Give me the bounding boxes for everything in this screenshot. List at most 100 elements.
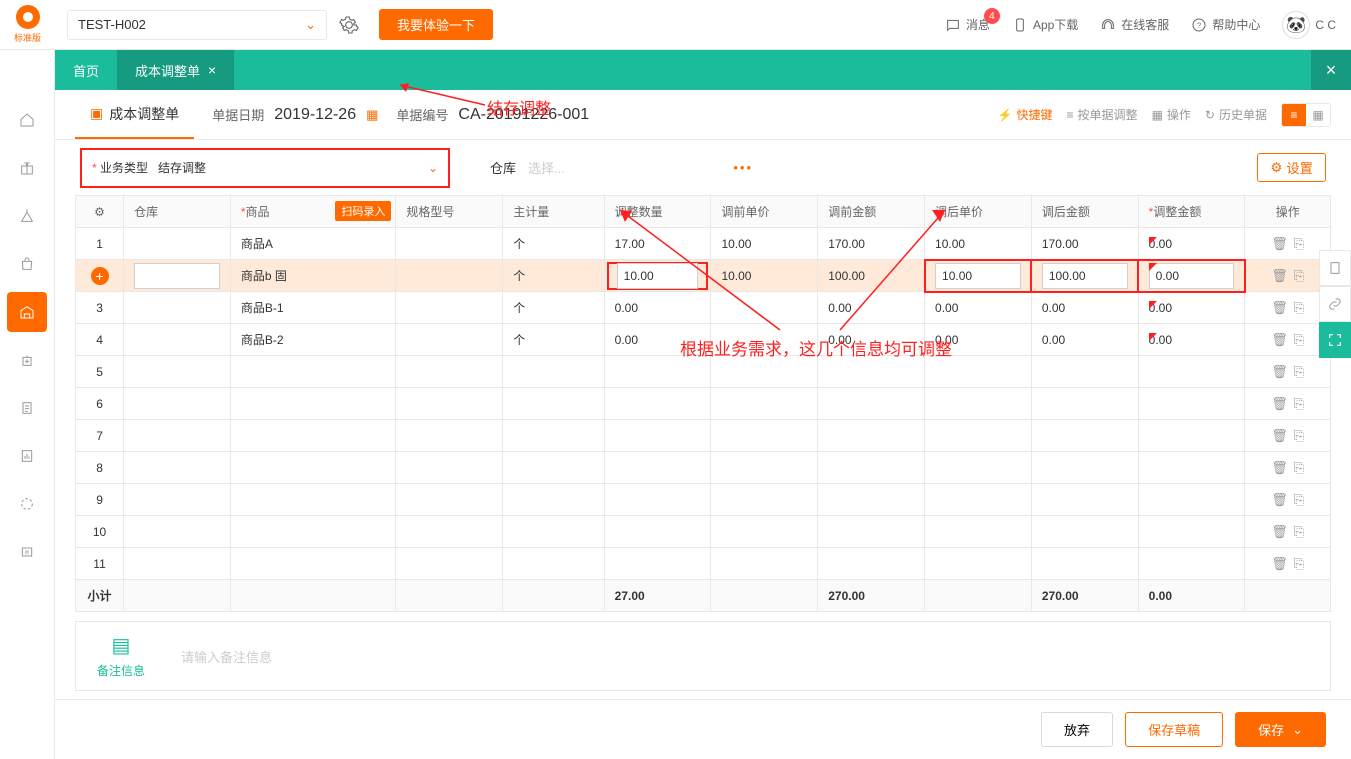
note-icon[interactable] xyxy=(1319,250,1351,286)
view-grid-icon[interactable]: ▦ xyxy=(1306,104,1330,126)
messages-link[interactable]: 消息 4 xyxy=(945,16,990,33)
shortcut-action[interactable]: ⚡快捷键 xyxy=(998,106,1053,123)
user-menu[interactable]: 🐼 C C xyxy=(1282,11,1336,39)
remarks-section: ▤ 备注信息 请输入备注信息 xyxy=(75,621,1331,691)
close-all-icon[interactable]: × xyxy=(1311,50,1351,90)
table-row[interactable]: 4商品B-2个0.000.000.000.000.00🗑⎘ xyxy=(76,324,1331,356)
copy-icon[interactable]: ⎘ xyxy=(1294,556,1304,571)
settings-button[interactable]: ⚙设置 xyxy=(1257,153,1326,182)
delete-icon[interactable]: 🗑 xyxy=(1271,268,1288,283)
tab-home[interactable]: 首页 xyxy=(55,50,117,90)
save-button[interactable]: 保存⌄ xyxy=(1235,712,1326,747)
copy-icon[interactable]: ⎘ xyxy=(1294,300,1304,315)
chevron-down-icon: ⌄ xyxy=(1292,722,1303,738)
bolt-icon: ⚡ xyxy=(998,108,1013,122)
footer-actions: 放弃 保存草稿 保存⌄ xyxy=(55,699,1351,759)
delete-icon[interactable]: 🗑 xyxy=(1271,524,1288,539)
remarks-input[interactable]: 请输入备注信息 xyxy=(166,647,1330,666)
table-row[interactable]: 8🗑⎘ xyxy=(76,452,1331,484)
tab-bar: 首页 成本调整单 × × xyxy=(0,50,1351,90)
scan-button[interactable]: 扫码录入 xyxy=(335,201,391,221)
copy-icon[interactable]: ⎘ xyxy=(1294,428,1304,443)
table-row[interactable]: +商品b 固个10.0010.00100.0010.00100.000.00🗑⎘ xyxy=(76,260,1331,292)
subtotal-row: 小计 27.00 270.00 270.00 0.00 xyxy=(76,580,1331,612)
sidebar-new-icon[interactable]: 新 xyxy=(7,532,47,572)
close-icon[interactable]: × xyxy=(208,62,216,78)
delete-icon[interactable]: 🗑 xyxy=(1271,396,1288,411)
view-list-icon[interactable]: ≡ xyxy=(1282,104,1306,126)
calendar-icon[interactable]: ▦ xyxy=(366,107,378,123)
table-header-row: ⚙ 仓库 *商品扫码录入 规格型号 主计量 调整数量 调前单价 调前金额 调后单… xyxy=(76,196,1331,228)
table-row[interactable]: 9🗑⎘ xyxy=(76,484,1331,516)
top-header: 标准版 TEST-H002 ⌄ 我要体验一下 消息 4 App下载 在线客服 xyxy=(0,0,1351,50)
sidebar-bag-icon[interactable] xyxy=(7,244,47,284)
table-row[interactable]: 6🗑⎘ xyxy=(76,388,1331,420)
clock-icon: ↻ xyxy=(1205,108,1215,122)
sidebar-report-icon[interactable] xyxy=(7,436,47,476)
sidebar-money-icon[interactable] xyxy=(7,340,47,380)
delete-icon[interactable]: 🗑 xyxy=(1271,460,1288,475)
qty-input[interactable]: 10.00 xyxy=(617,263,699,289)
list-icon: ≡ xyxy=(1067,108,1074,122)
save-draft-button[interactable]: 保存草稿 xyxy=(1125,712,1223,747)
gear-icon[interactable] xyxy=(339,15,359,35)
support-link[interactable]: 在线客服 xyxy=(1100,16,1169,33)
logo[interactable]: 标准版 xyxy=(0,0,55,49)
sidebar-gift-icon[interactable] xyxy=(7,148,47,188)
form-row: * 业务类型 结存调整 ⌄ 仓库 选择... ••• ⚙设置 xyxy=(55,140,1351,195)
sidebar-clipboard-icon[interactable] xyxy=(7,388,47,428)
table-row[interactable]: 1商品A个17.0010.00170.0010.00170.000.00🗑⎘ xyxy=(76,228,1331,260)
org-selector[interactable]: TEST-H002 ⌄ xyxy=(67,10,327,40)
trial-button[interactable]: 我要体验一下 xyxy=(379,9,493,40)
copy-icon[interactable]: ⎘ xyxy=(1294,332,1304,347)
data-table: ⚙ 仓库 *商品扫码录入 规格型号 主计量 调整数量 调前单价 调前金额 调后单… xyxy=(55,195,1351,613)
copy-icon[interactable]: ⎘ xyxy=(1294,492,1304,507)
doc-icon: ▣ xyxy=(90,105,103,122)
delete-icon[interactable]: 🗑 xyxy=(1271,364,1288,379)
warehouse-input[interactable] xyxy=(134,263,220,289)
delete-icon[interactable]: 🗑 xyxy=(1271,428,1288,443)
tab-cost-adjust[interactable]: 成本调整单 × xyxy=(117,50,234,90)
biz-type-select[interactable]: * 业务类型 结存调整 ⌄ xyxy=(80,148,450,188)
copy-icon[interactable]: ⎘ xyxy=(1294,460,1304,475)
table-row[interactable]: 10🗑⎘ xyxy=(76,516,1331,548)
post-amount-input[interactable]: 100.00 xyxy=(1042,263,1128,289)
delete-icon[interactable]: 🗑 xyxy=(1271,236,1288,251)
copy-icon[interactable]: ⎘ xyxy=(1294,524,1304,539)
add-row-icon[interactable]: + xyxy=(91,267,109,285)
sidebar-loading-icon[interactable] xyxy=(7,484,47,524)
copy-icon[interactable]: ⎘ xyxy=(1294,268,1304,283)
table-row[interactable]: 7🗑⎘ xyxy=(76,420,1331,452)
table-row[interactable]: 5🗑⎘ xyxy=(76,356,1331,388)
by-order-action[interactable]: ≡按单据调整 xyxy=(1067,106,1138,123)
history-action[interactable]: ↻历史单据 xyxy=(1205,106,1267,123)
more-icon[interactable]: ••• xyxy=(733,160,753,175)
delete-icon[interactable]: 🗑 xyxy=(1271,332,1288,347)
sidebar-warehouse-icon[interactable] xyxy=(7,292,47,332)
link-icon[interactable] xyxy=(1319,286,1351,322)
view-toggle: ≡ ▦ xyxy=(1281,103,1331,127)
doc-tab[interactable]: ▣ 成本调整单 xyxy=(75,91,194,139)
doc-number-field: 单据编号 CA-20191226-001 xyxy=(396,105,589,124)
copy-icon[interactable]: ⎘ xyxy=(1294,364,1304,379)
help-link[interactable]: ? 帮助中心 xyxy=(1191,16,1260,33)
delete-icon[interactable]: 🗑 xyxy=(1271,492,1288,507)
copy-icon[interactable]: ⎘ xyxy=(1294,236,1304,251)
gear-column-icon[interactable]: ⚙ xyxy=(76,196,124,228)
delete-icon[interactable]: 🗑 xyxy=(1271,556,1288,571)
discard-button[interactable]: 放弃 xyxy=(1041,712,1113,747)
table-row[interactable]: 3商品B-1个0.000.000.000.000.00🗑⎘ xyxy=(76,292,1331,324)
operation-action[interactable]: ▦操作 xyxy=(1152,106,1191,123)
expand-icon[interactable] xyxy=(1319,322,1351,358)
sidebar-up-icon[interactable] xyxy=(7,196,47,236)
sidebar: 新 xyxy=(0,50,55,759)
post-price-input[interactable]: 10.00 xyxy=(935,263,1021,289)
doc-date-field: 单据日期 2019-12-26 ▦ xyxy=(212,105,378,124)
adj-amount-input[interactable]: 0.00 xyxy=(1149,263,1235,289)
warehouse-select[interactable]: 仓库 选择... ••• xyxy=(490,158,753,177)
copy-icon[interactable]: ⎘ xyxy=(1294,396,1304,411)
sidebar-home-icon[interactable] xyxy=(7,100,47,140)
table-row[interactable]: 11🗑⎘ xyxy=(76,548,1331,580)
delete-icon[interactable]: 🗑 xyxy=(1271,300,1288,315)
app-download-link[interactable]: App下载 xyxy=(1012,16,1078,33)
